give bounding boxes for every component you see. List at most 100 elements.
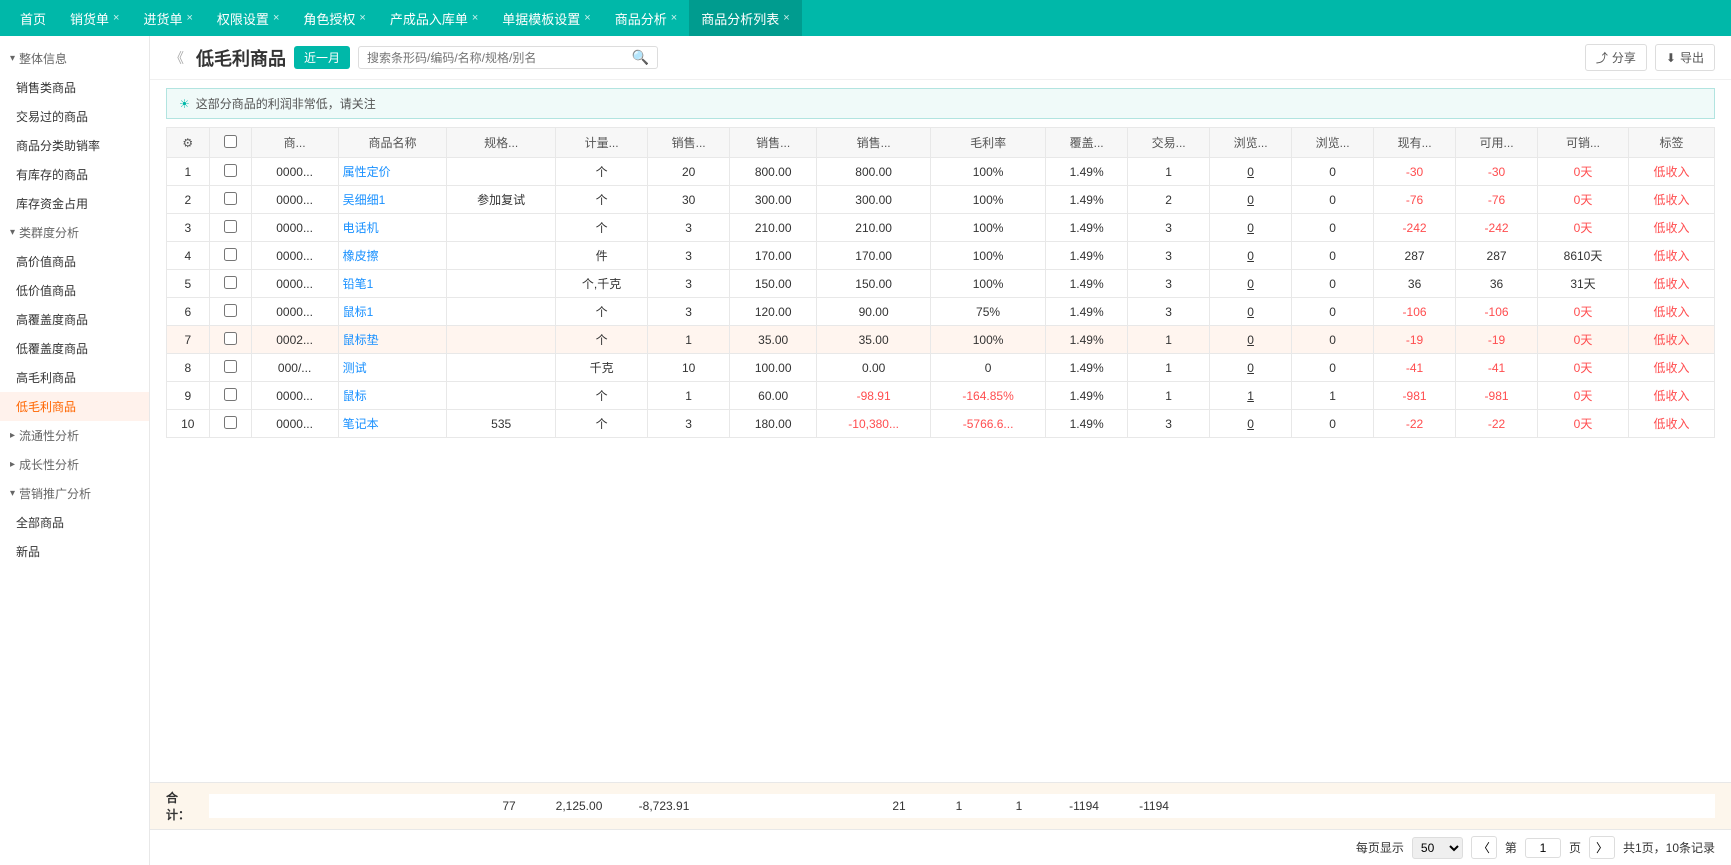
row-spec [447,298,556,326]
row-checkbox[interactable] [209,242,251,270]
row-unit: 千克 [556,354,648,382]
nav-home[interactable]: 首页 [8,0,58,36]
row-name[interactable]: 鼠标垫 [338,326,447,354]
row-coverage: 1.49% [1046,354,1128,382]
row-name[interactable]: 鼠标 [338,382,447,410]
col-spec-header: 规格... [447,128,556,158]
row-tag: 低收入 [1628,326,1714,354]
col-settings[interactable]: ⚙ [167,128,210,158]
share-button[interactable]: ⤴ 分享 [1585,44,1647,71]
sidebar-group-marketing[interactable]: ▾ 营销推广分析 [0,479,149,508]
sidebar-item-sales-products[interactable]: 销售类商品 [0,73,149,102]
sidebar-group-cluster[interactable]: ▾ 类群度分析 [0,218,149,247]
row-browse1[interactable]: 1 [1210,382,1292,410]
row-coverage: 1.49% [1046,186,1128,214]
sidebar-item-inventory-capital[interactable]: 库存资金占用 [0,189,149,218]
row-gross-margin: 100% [931,326,1046,354]
row-gross-margin: 100% [931,270,1046,298]
nav-product-inbound[interactable]: 产成品入库单 × [378,0,490,36]
row-browse1[interactable]: 0 [1210,242,1292,270]
sidebar-item-high-value[interactable]: 高价值商品 [0,247,149,276]
row-coverage: 1.49% [1046,214,1128,242]
row-checkbox[interactable] [209,298,251,326]
row-no: 8 [167,354,210,382]
row-checkbox[interactable] [209,158,251,186]
sidebar-item-high-coverage[interactable]: 高覆盖度商品 [0,305,149,334]
row-coverage: 1.49% [1046,158,1128,186]
export-button[interactable]: ⬇ 导出 [1655,44,1715,71]
row-browse1[interactable]: 0 [1210,186,1292,214]
row-browse1[interactable]: 0 [1210,354,1292,382]
search-input[interactable] [367,51,632,65]
sidebar-item-category-rate[interactable]: 商品分类助销率 [0,131,149,160]
sidebar-item-low-margin[interactable]: 低毛利商品 [0,392,149,421]
col-checkbox[interactable] [209,128,251,158]
row-name[interactable]: 橡皮擦 [338,242,447,270]
sidebar-group-growth[interactable]: ▸ 成长性分析 [0,450,149,479]
nav-purchase-order-close[interactable]: × [186,12,192,24]
sidebar-item-low-coverage[interactable]: 低覆盖度商品 [0,334,149,363]
row-coverage: 1.49% [1046,382,1128,410]
row-checkbox[interactable] [209,326,251,354]
row-checkbox[interactable] [209,186,251,214]
sidebar-item-low-value[interactable]: 低价值商品 [0,276,149,305]
row-browse1[interactable]: 0 [1210,326,1292,354]
nav-permission-settings[interactable]: 权限设置 × [205,0,291,36]
sidebar-item-new-products[interactable]: 新品 [0,537,149,566]
row-browse1[interactable]: 0 [1210,298,1292,326]
filter-recent-btn[interactable]: 近一月 [294,46,350,69]
nav-sales-order-close[interactable]: × [113,12,119,24]
row-name[interactable]: 属性定价 [338,158,447,186]
nav-product-analysis[interactable]: 商品分析 × [603,0,689,36]
sidebar-group-overall[interactable]: ▾ 整体信息 [0,44,149,73]
row-browse1[interactable]: 0 [1210,410,1292,438]
sidebar-item-high-margin[interactable]: 高毛利商品 [0,363,149,392]
nav-purchase-order[interactable]: 进货单 × [131,0,204,36]
next-page-button[interactable]: 〉 [1589,836,1615,859]
row-current-stock: -106 [1374,298,1456,326]
sidebar-group-circulation[interactable]: ▸ 流通性分析 [0,421,149,450]
row-sales1: 3 [648,270,730,298]
sidebar-item-all-products[interactable]: 全部商品 [0,508,149,537]
row-checkbox[interactable] [209,214,251,242]
row-name[interactable]: 鼠标1 [338,298,447,326]
nav-product-analysis-list-close[interactable]: × [783,12,789,24]
nav-permission-close[interactable]: × [273,12,279,24]
nav-role-auth-close[interactable]: × [359,12,365,24]
nav-product-inbound-close[interactable]: × [472,12,478,24]
row-name[interactable]: 吴细细1 [338,186,447,214]
row-sales3: 90.00 [817,298,931,326]
row-spec [447,354,556,382]
per-page-select[interactable]: 50 100 200 [1412,837,1463,859]
row-sales1: 3 [648,410,730,438]
nav-sales-order[interactable]: 销货单 × [58,0,131,36]
row-checkbox[interactable] [209,270,251,298]
row-name[interactable]: 电话机 [338,214,447,242]
sidebar-item-in-stock[interactable]: 有库存的商品 [0,160,149,189]
table-row: 10 0000... 笔记本 535 个 3 180.00 -10,380...… [167,410,1715,438]
total-col10: -1194 [1119,794,1189,818]
row-checkbox[interactable] [209,410,251,438]
row-name[interactable]: 铅笔1 [338,270,447,298]
prev-page-button[interactable]: 〈 [1471,836,1497,859]
top-navigation: 首页 销货单 × 进货单 × 权限设置 × 角色授权 × 产成品入库单 × 单据… [0,0,1731,36]
row-unit: 个 [556,186,648,214]
sidebar-item-traded-products[interactable]: 交易过的商品 [0,102,149,131]
row-browse1[interactable]: 0 [1210,214,1292,242]
nav-template-settings[interactable]: 单据模板设置 × [490,0,602,36]
nav-product-analysis-list[interactable]: 商品分析列表 × [689,0,801,36]
row-tag: 低收入 [1628,186,1714,214]
nav-product-analysis-close[interactable]: × [671,12,677,24]
row-name[interactable]: 笔记本 [338,410,447,438]
row-checkbox[interactable] [209,354,251,382]
sidebar-collapse-button[interactable]: 《 [166,48,188,68]
nav-role-auth[interactable]: 角色授权 × [291,0,377,36]
select-all-checkbox[interactable] [224,135,237,148]
page-number-input[interactable] [1525,838,1561,858]
total-col1: 77 [479,794,539,818]
nav-template-settings-close[interactable]: × [584,12,590,24]
row-browse1[interactable]: 0 [1210,158,1292,186]
row-browse1[interactable]: 0 [1210,270,1292,298]
row-name[interactable]: 测试 [338,354,447,382]
row-checkbox[interactable] [209,382,251,410]
